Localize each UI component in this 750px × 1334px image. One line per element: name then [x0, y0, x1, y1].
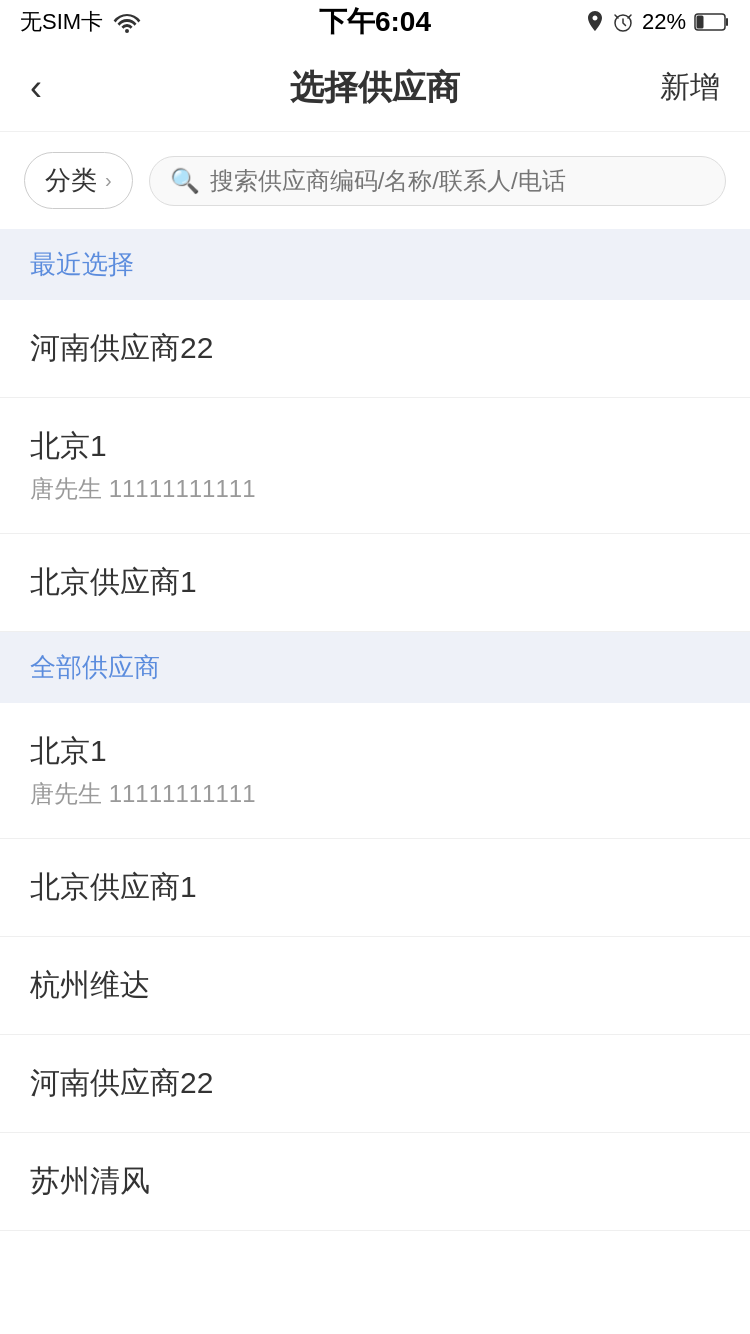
- recent-list: 河南供应商22 北京1 唐先生 11111111111 北京供应商1: [0, 300, 750, 632]
- recent-section-header: 最近选择: [0, 229, 750, 300]
- item-sub: 唐先生 11111111111: [30, 473, 720, 505]
- list-item[interactable]: 河南供应商22: [0, 1035, 750, 1133]
- category-label: 分类: [45, 163, 97, 198]
- all-list: 北京1 唐先生 11111111111 北京供应商1 杭州维达河南供应商22 苏州清风: [0, 703, 750, 1231]
- list-item[interactable]: 北京供应商1: [0, 839, 750, 937]
- item-name: 河南供应商22: [30, 1063, 720, 1104]
- svg-rect-2: [697, 16, 704, 29]
- item-name: 杭州维达: [30, 965, 720, 1006]
- item-sub: 唐先生 11111111111: [30, 778, 720, 810]
- recent-section-title: 最近选择: [30, 249, 134, 279]
- item-name: 苏州清风: [30, 1161, 720, 1202]
- battery-icon: [694, 12, 730, 32]
- list-item[interactable]: 杭州维达: [0, 937, 750, 1035]
- nav-bar: ‹ 选择供应商 新增: [0, 44, 750, 132]
- item-name: 北京供应商1: [30, 562, 720, 603]
- filter-bar: 分类 › 🔍: [0, 132, 750, 229]
- carrier-text: 无SIM卡: [20, 7, 103, 37]
- search-input[interactable]: [210, 167, 705, 195]
- search-box[interactable]: 🔍: [149, 156, 726, 206]
- category-button[interactable]: 分类 ›: [24, 152, 133, 209]
- all-section-title: 全部供应商: [30, 652, 160, 682]
- status-left: 无SIM卡: [20, 7, 141, 37]
- add-button[interactable]: 新增: [660, 67, 720, 108]
- back-button[interactable]: ‹: [30, 67, 90, 109]
- alarm-icon: [612, 11, 634, 33]
- list-item[interactable]: 河南供应商22: [0, 300, 750, 398]
- wifi-icon: [113, 11, 141, 33]
- item-name: 北京供应商1: [30, 867, 720, 908]
- status-bar: 无SIM卡 下午6:04 22%: [0, 0, 750, 44]
- chevron-right-icon: ›: [105, 169, 112, 192]
- item-name: 北京1: [30, 731, 720, 772]
- item-name: 河南供应商22: [30, 328, 720, 369]
- location-icon: [586, 11, 604, 33]
- search-icon: 🔍: [170, 167, 200, 195]
- list-item[interactable]: 苏州清风: [0, 1133, 750, 1231]
- all-section-header: 全部供应商: [0, 632, 750, 703]
- list-item[interactable]: 北京1 唐先生 11111111111: [0, 398, 750, 534]
- battery-text: 22%: [642, 9, 686, 35]
- list-item[interactable]: 北京1 唐先生 11111111111: [0, 703, 750, 839]
- list-item[interactable]: 北京供应商1: [0, 534, 750, 632]
- page-title: 选择供应商: [290, 65, 460, 111]
- status-time: 下午6:04: [319, 3, 431, 41]
- item-name: 北京1: [30, 426, 720, 467]
- status-right: 22%: [586, 9, 730, 35]
